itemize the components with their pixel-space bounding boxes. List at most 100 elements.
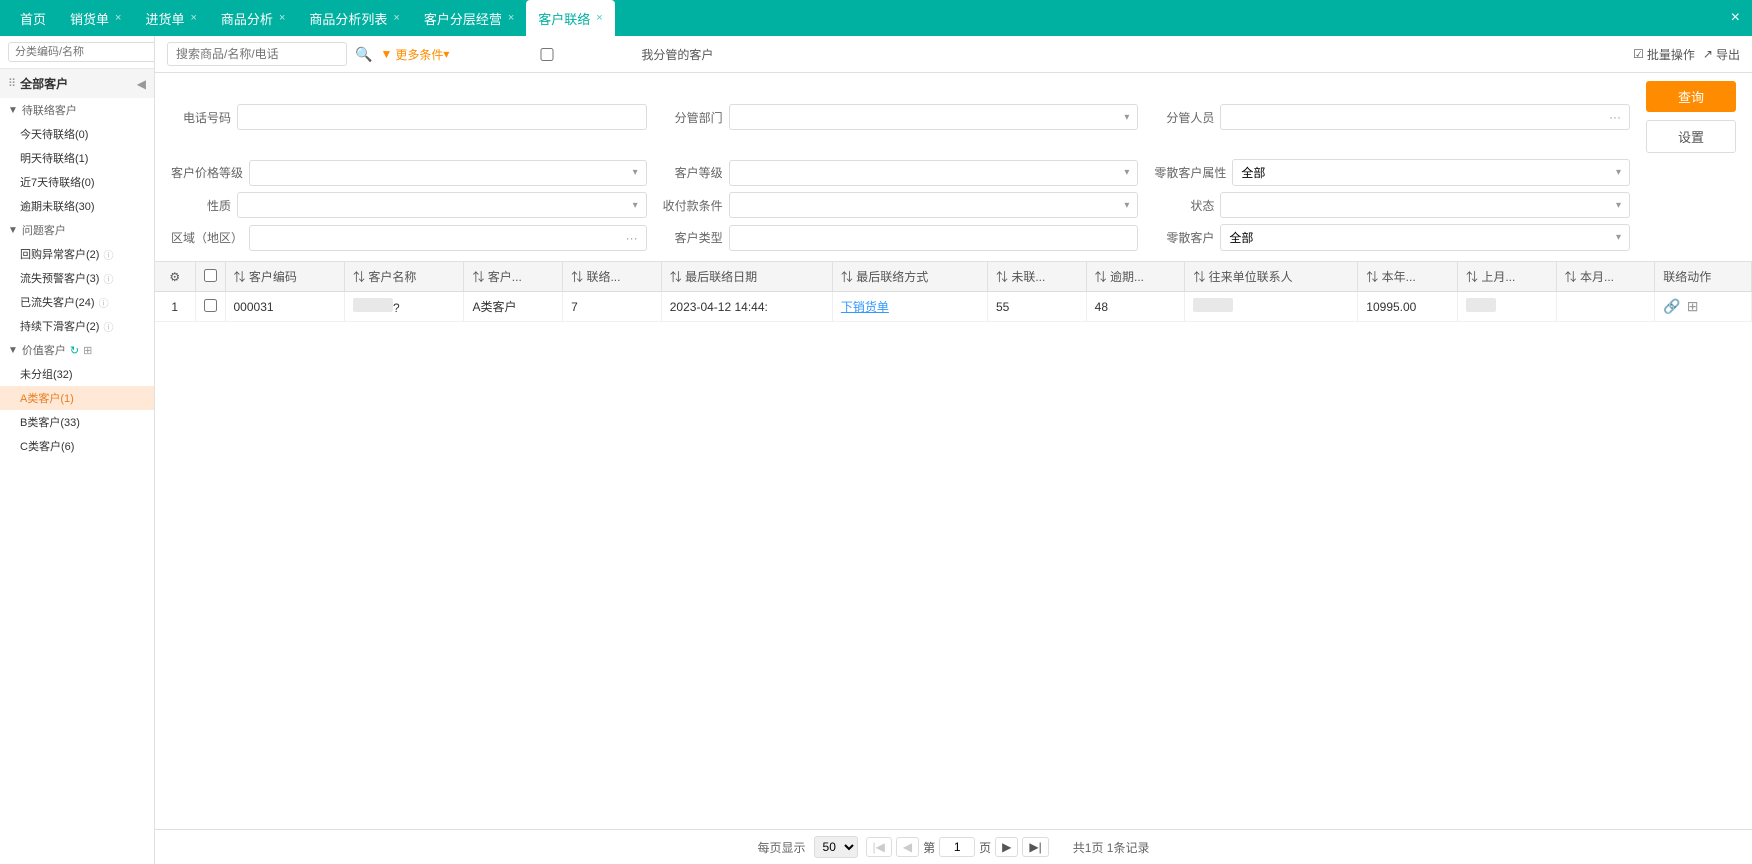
batch-op-button[interactable]: ☑ 批量操作: [1633, 46, 1695, 63]
col-last-month: ⇅ 上月...: [1457, 262, 1556, 292]
payment-select[interactable]: ▾: [729, 192, 1139, 218]
query-button[interactable]: 查询: [1646, 81, 1736, 112]
sidebar-item-repurchase-anomaly[interactable]: 回购异常客户(2) ⓘ: [0, 242, 154, 266]
sidebar-item-overdue[interactable]: 逾期未联络(30): [0, 194, 154, 218]
col-contact-count: ⇅ 联络...: [563, 262, 662, 292]
adv-filter-retail-attr: 零散客户属性 全部 ▾: [1154, 159, 1630, 186]
total-info: 共1页 1条记录: [1073, 839, 1150, 856]
row-last-method[interactable]: 下销货单: [832, 292, 987, 322]
row-action-link-icon[interactable]: 🔗: [1663, 298, 1680, 315]
customer-type-input[interactable]: [729, 225, 1139, 251]
close-product-list-tab[interactable]: ×: [393, 12, 399, 24]
col-lastmonth-sort-icon[interactable]: ⇅: [1466, 270, 1478, 284]
nav-purchase[interactable]: 进货单 ×: [133, 0, 208, 36]
manager-input[interactable]: ···: [1220, 104, 1630, 130]
col-year-sort-icon[interactable]: ⇅: [1366, 270, 1378, 284]
sidebar-all-customers-header[interactable]: ⠿ 全部客户 ◀: [0, 69, 154, 98]
sidebar-search-input[interactable]: [8, 42, 155, 62]
adv-filter-row-3: 性质 ▾ 收付款条件 ▾ 状态: [171, 192, 1736, 218]
adv-filter-payment: 收付款条件 ▾: [663, 192, 1139, 218]
nav-customer-tier[interactable]: 客户分层经营 ×: [412, 0, 526, 36]
close-all-tabs[interactable]: ×: [1731, 9, 1740, 27]
first-page-button[interactable]: |◀: [866, 837, 892, 857]
nav-sales[interactable]: 销货单 ×: [58, 0, 133, 36]
row-checkbox[interactable]: [204, 299, 217, 312]
sidebar-collapse-icon[interactable]: ◀: [137, 77, 146, 91]
nav-product-analysis[interactable]: 商品分析 ×: [209, 0, 297, 36]
close-customer-contact-tab[interactable]: ×: [596, 12, 602, 24]
col-contact-sort-icon[interactable]: ⇅: [571, 270, 583, 284]
retail-attr-select[interactable]: 全部 ▾: [1232, 159, 1630, 186]
more-filter-button[interactable]: ▼ 更多条件 ▾: [380, 46, 449, 63]
close-product-analysis-tab[interactable]: ×: [279, 12, 285, 24]
last-page-button[interactable]: ▶|: [1022, 837, 1048, 857]
row-checkbox-cell[interactable]: [195, 292, 225, 322]
prev-page-button[interactable]: ◀: [896, 837, 919, 857]
section-value-customers[interactable]: ▼ 价值客户 ↻ ⊞: [0, 338, 154, 362]
per-page-select[interactable]: 50: [814, 836, 858, 858]
row-company-contact: [1185, 292, 1358, 322]
sidebar-item-a-class[interactable]: A类客户(1): [0, 386, 154, 410]
sidebar-item-b-class[interactable]: B类客户(33): [0, 410, 154, 434]
region-input[interactable]: ···: [249, 225, 647, 251]
sidebar-item-c-class[interactable]: C类客户(6): [0, 434, 154, 458]
main-layout: 🔍 ⠿ 全部客户 ◀ ▼ 待联络客户 今天待联络(0) 明天待联络(1) 近7天…: [0, 36, 1752, 864]
status-select[interactable]: ▾: [1220, 192, 1630, 218]
advanced-filter-panel: 电话号码 分管部门 ▾ 分管人员 ···: [155, 73, 1752, 262]
nature-select[interactable]: ▾: [237, 192, 647, 218]
search-input[interactable]: [167, 42, 347, 66]
customer-grade-select[interactable]: ▾: [729, 160, 1139, 186]
adv-filter-dept: 分管部门 ▾: [663, 104, 1139, 130]
select-all-checkbox[interactable]: [204, 269, 217, 282]
filter-icon: ▼: [380, 47, 392, 61]
section-problem-customers[interactable]: ▼ 问题客户: [0, 218, 154, 242]
sidebar-item-churn-warning[interactable]: 流失预警客户(3) ⓘ: [0, 266, 154, 290]
retail-customer-select[interactable]: 全部 ▾: [1220, 224, 1630, 251]
page-number-input[interactable]: [939, 837, 975, 857]
export-button[interactable]: ↗ 导出: [1703, 46, 1740, 63]
col-lastdate-sort-icon[interactable]: ⇅: [670, 270, 682, 284]
col-thismonth-sort-icon[interactable]: ⇅: [1565, 270, 1577, 284]
setting-button[interactable]: 设置: [1646, 120, 1736, 153]
sidebar-item-ungrouped[interactable]: 未分组(32): [0, 362, 154, 386]
row-name-blurred: [353, 298, 393, 312]
col-overdue-sort-icon[interactable]: ⇅: [1095, 270, 1107, 284]
sidebar-item-churned[interactable]: 已流失客户(24) ⓘ: [0, 290, 154, 314]
dept-select[interactable]: ▾: [729, 104, 1139, 130]
price-grade-select[interactable]: ▾: [249, 160, 647, 186]
row-action-grid-icon[interactable]: ⊞: [1687, 298, 1699, 315]
col-last-method: ⇅ 最后联络方式: [832, 262, 987, 292]
col-unlink-sort-icon[interactable]: ⇅: [996, 270, 1008, 284]
close-purchase-tab[interactable]: ×: [190, 12, 196, 24]
search-button[interactable]: 🔍: [355, 46, 372, 63]
nav-home[interactable]: 首页: [8, 0, 58, 36]
col-overdue: ⇅ 逾期...: [1086, 262, 1185, 292]
my-customers-checkbox[interactable]: [457, 48, 637, 61]
col-type-sort-icon[interactable]: ⇅: [472, 270, 484, 284]
close-customer-tier-tab[interactable]: ×: [508, 12, 514, 24]
row-name: ?: [344, 292, 463, 322]
my-customers-filter[interactable]: 我分管的客户: [457, 46, 713, 63]
col-lastmethod-sort-icon[interactable]: ⇅: [841, 270, 853, 284]
adv-filter-row-4: 区域（地区） ··· 客户类型 零散客户 全部 ▾: [171, 224, 1736, 251]
col-name-sort-icon[interactable]: ⇅: [353, 270, 365, 284]
nav-customer-contact[interactable]: 客户联络 ×: [526, 0, 614, 36]
col-company-sort-icon[interactable]: ⇅: [1193, 270, 1205, 284]
sidebar-item-7days[interactable]: 近7天待联络(0): [0, 170, 154, 194]
adv-btn-col: 查询 设置: [1646, 81, 1736, 153]
col-code-sort-icon[interactable]: ⇅: [234, 270, 246, 284]
sidebar-item-declining[interactable]: 持续下滑客户(2) ⓘ: [0, 314, 154, 338]
value-refresh-icon[interactable]: ↻: [70, 344, 79, 357]
all-customers-label: 全部客户: [20, 75, 68, 92]
col-checkbox[interactable]: [195, 262, 225, 292]
col-gear[interactable]: ⚙: [155, 262, 195, 292]
close-sales-tab[interactable]: ×: [115, 12, 121, 24]
next-page-button[interactable]: ▶: [995, 837, 1018, 857]
sidebar-item-today[interactable]: 今天待联络(0): [0, 122, 154, 146]
value-settings-icon[interactable]: ⊞: [83, 344, 92, 357]
page-label-text: 第: [923, 839, 935, 856]
phone-input[interactable]: [237, 104, 647, 130]
nav-product-list[interactable]: 商品分析列表 ×: [297, 0, 411, 36]
sidebar-item-tomorrow[interactable]: 明天待联络(1): [0, 146, 154, 170]
section-pending-contact[interactable]: ▼ 待联络客户: [0, 98, 154, 122]
